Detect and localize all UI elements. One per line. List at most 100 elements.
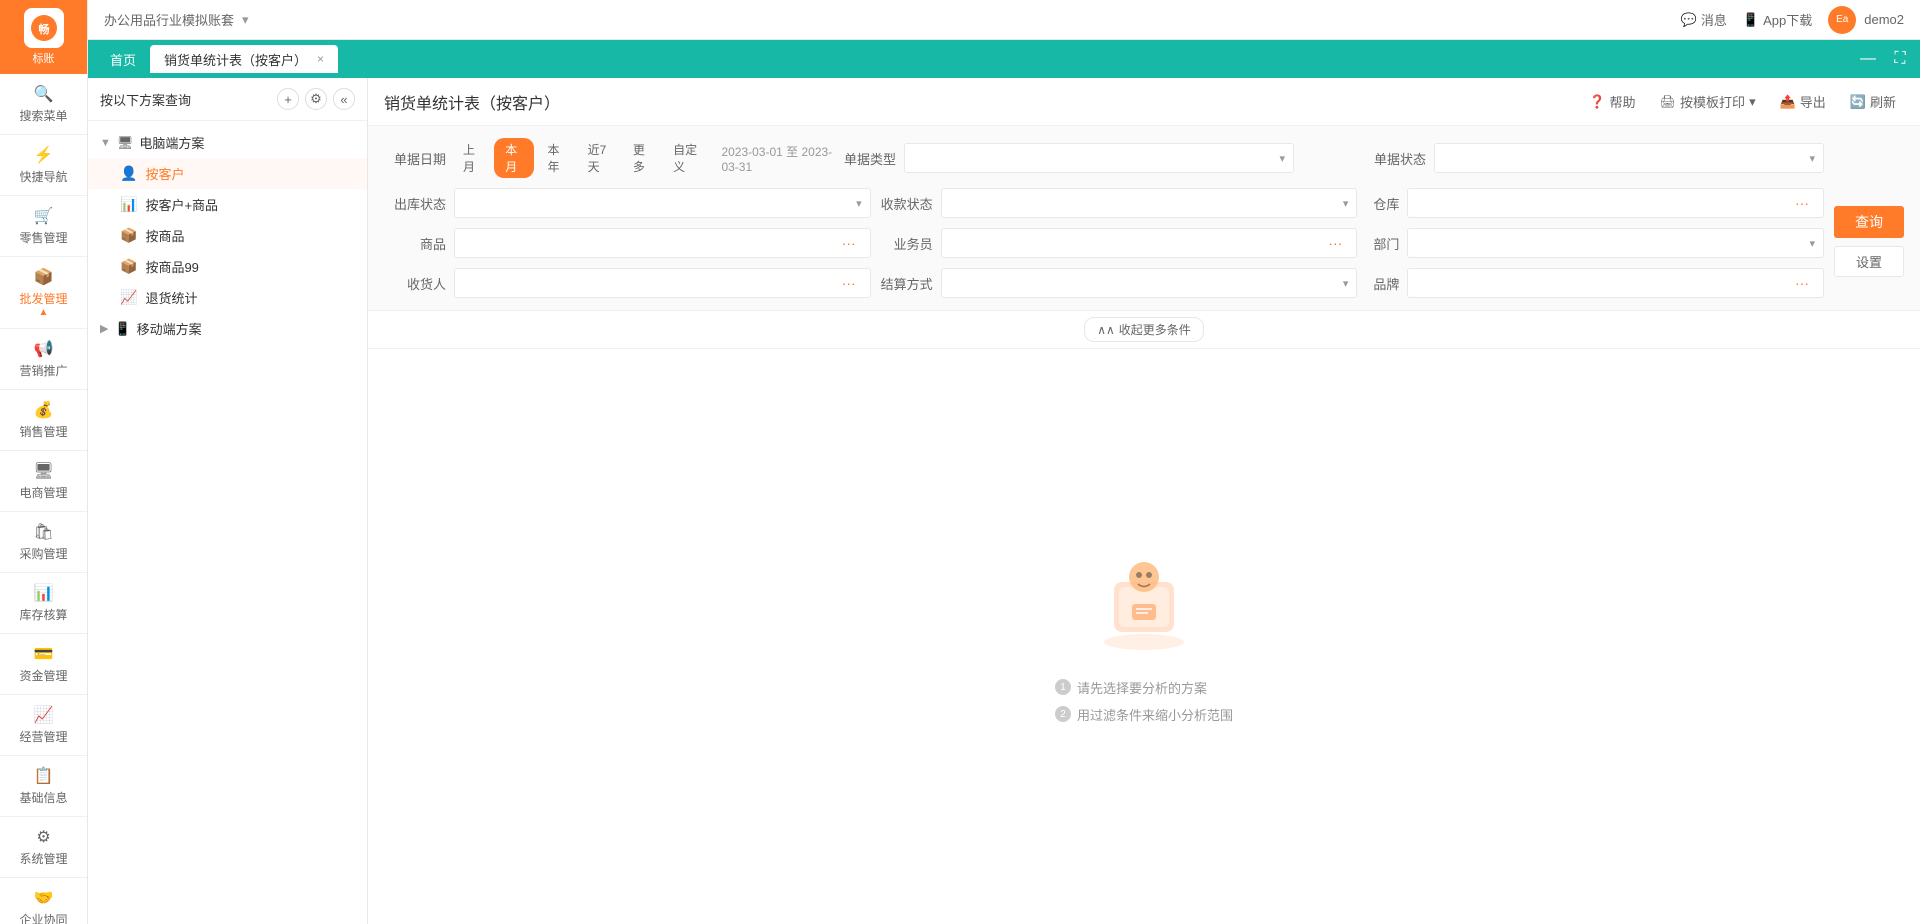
- message-btn[interactable]: 💬 消息: [1681, 10, 1727, 29]
- mobile-group-label: 移动端方案: [137, 319, 202, 338]
- print-btn[interactable]: 🖨 按模板打印 ▾: [1652, 88, 1764, 115]
- out-status-select[interactable]: ▾: [454, 188, 871, 218]
- recipient-dots[interactable]: ···: [836, 275, 862, 291]
- order-status-select[interactable]: ▾: [1434, 143, 1824, 173]
- tab-maximize-btn[interactable]: ⛶: [1888, 47, 1912, 71]
- app-download-btn[interactable]: 📱 App下载: [1743, 10, 1812, 29]
- recipient-select[interactable]: ···: [454, 268, 871, 298]
- sidebar-item-basic[interactable]: 📋 基础信息: [0, 756, 87, 817]
- edit-scheme-btn[interactable]: ⚙: [305, 88, 327, 110]
- export-btn[interactable]: 📤 导出: [1772, 88, 1834, 115]
- topbar-right: 💬 消息 📱 App下载 Ea demo2: [1681, 6, 1904, 34]
- scheme-group-mobile-header[interactable]: ▶ 📱 移动端方案: [88, 313, 367, 344]
- receipt-status-select[interactable]: ▾: [941, 188, 1358, 218]
- avatar: Ea: [1828, 6, 1856, 34]
- sidebar-item-system[interactable]: ⚙ 系统管理: [0, 817, 87, 878]
- warehouse-dots[interactable]: ···: [1789, 195, 1815, 211]
- collapse-panel-btn[interactable]: «: [333, 88, 355, 110]
- scheme-group-desktop: ▼ 🖥 电脑端方案 👤 按客户 📊 按客户+商品 📦 按商品: [88, 127, 367, 313]
- sidebar-item-marketing[interactable]: 📢 营销推广: [0, 329, 87, 390]
- sidebar-item-search[interactable]: 🔍 搜索菜单: [0, 74, 87, 135]
- brand-label: 品牌: [1367, 274, 1407, 293]
- add-scheme-btn[interactable]: +: [277, 88, 299, 110]
- print-icon: 🖨: [1660, 94, 1677, 110]
- settings-btn[interactable]: 设置: [1834, 246, 1904, 277]
- tab-sales-stats[interactable]: 销货单统计表（按客户） ×: [150, 45, 338, 73]
- logo[interactable]: 畅 标账: [0, 0, 87, 74]
- logo-icon: 畅: [24, 8, 64, 48]
- marketing-icon: 📢: [34, 339, 54, 359]
- recipient-control: ···: [454, 268, 871, 298]
- folder-icon: 🖥: [117, 135, 134, 151]
- tab-home[interactable]: 首页: [96, 45, 150, 73]
- salesperson-dots[interactable]: ···: [1322, 235, 1348, 251]
- main-area: 办公用品行业模拟账套 ▾ 💬 消息 📱 App下载 Ea demo2 首页: [88, 0, 1920, 924]
- product-select[interactable]: ···: [454, 228, 871, 258]
- brand-select[interactable]: ···: [1407, 268, 1824, 298]
- collapse-conditions-btn[interactable]: ∧∧ 收起更多条件: [1084, 317, 1204, 342]
- refresh-btn[interactable]: 🔄 刷新: [1842, 88, 1904, 115]
- scheme-item-return-stats[interactable]: 📈 退货统计: [88, 282, 367, 313]
- sidebar-item-wholesale-label: 批发管理: [19, 290, 67, 307]
- date-tab-this-year[interactable]: 本年: [538, 138, 574, 178]
- scheme-item-by-product[interactable]: 📦 按商品: [88, 220, 367, 251]
- sidebar-item-quick-nav-label: 快捷导航: [19, 168, 67, 185]
- finance-icon: 💳: [34, 644, 54, 664]
- query-btn[interactable]: 查询: [1834, 206, 1904, 238]
- system-icon: ⚙: [36, 827, 50, 847]
- warehouse-select[interactable]: ···: [1407, 188, 1824, 218]
- user-area[interactable]: Ea demo2: [1828, 6, 1904, 34]
- date-tab-more[interactable]: 更多: [624, 138, 660, 178]
- tab-close-btn[interactable]: ×: [317, 52, 324, 66]
- scheme-item-by-product-99[interactable]: 📦 按商品99: [88, 251, 367, 282]
- department-label: 部门: [1367, 234, 1407, 253]
- tab-minimize-btn[interactable]: —: [1856, 47, 1880, 71]
- salesperson-select[interactable]: ···: [941, 228, 1358, 258]
- group-expand-icon: ▼: [100, 137, 111, 149]
- topbar-dropdown-icon[interactable]: ▾: [242, 12, 249, 28]
- out-status-arrow: ▾: [856, 197, 862, 210]
- department-select[interactable]: ▾: [1407, 228, 1824, 258]
- order-type-select[interactable]: ▾: [904, 143, 1294, 173]
- filter-row-2: 出库状态 ▾ 收款状态 ▾ 仓库: [384, 188, 1904, 218]
- scheme-group-desktop-header[interactable]: ▼ 🖥 电脑端方案: [88, 127, 367, 158]
- refresh-icon: 🔄: [1850, 94, 1866, 110]
- date-tab-this-month[interactable]: 本月: [494, 138, 534, 178]
- date-tab-last-7[interactable]: 近7天: [579, 138, 620, 178]
- sidebar-item-quick-nav[interactable]: ⚡ 快捷导航: [0, 135, 87, 196]
- scheme-item-by-customer[interactable]: 👤 按客户: [88, 158, 367, 189]
- date-label: 单据日期: [384, 149, 454, 168]
- print-dropdown-icon: ▾: [1749, 94, 1756, 110]
- product99-scheme-icon: 📦: [120, 258, 137, 275]
- sidebar-item-enterprise[interactable]: 🤝 企业协同: [0, 878, 87, 924]
- sidebar-item-inventory[interactable]: 📊 库存核算: [0, 573, 87, 634]
- date-tab-custom[interactable]: 自定义: [664, 138, 709, 178]
- download-icon: 📱: [1743, 12, 1759, 28]
- sidebar-item-wholesale[interactable]: 📦 批发管理 ▲: [0, 257, 87, 329]
- sidebar-item-operation[interactable]: 📈 经营管理: [0, 695, 87, 756]
- sidebar-item-finance-label: 资金管理: [19, 667, 67, 684]
- sidebar-item-purchase[interactable]: 🛍 采购管理: [0, 512, 87, 573]
- product-dots[interactable]: ···: [836, 235, 862, 251]
- date-range: 2023-03-01 至 2023-03-31: [721, 143, 844, 174]
- sidebar: 畅 标账 🔍 搜索菜单 ⚡ 快捷导航 🛒 零售管理 📦 批发管理 ▲ 📢 营销推…: [0, 0, 88, 924]
- sidebar-item-sales[interactable]: 💰 销售管理: [0, 390, 87, 451]
- scheme-item-by-product-label: 按商品: [145, 226, 184, 245]
- date-tab-last-month[interactable]: 上月: [454, 138, 490, 178]
- help-btn[interactable]: ❓ 帮助: [1581, 88, 1643, 115]
- sidebar-item-retail[interactable]: 🛒 零售管理: [0, 196, 87, 257]
- scheme-item-by-customer-product[interactable]: 📊 按客户+商品: [88, 189, 367, 220]
- edit-icon: ⚙: [310, 91, 322, 107]
- tab-home-label: 首页: [110, 50, 136, 69]
- customer-scheme-icon: 👤: [120, 165, 137, 182]
- settlement-select[interactable]: ▾: [941, 268, 1358, 298]
- sidebar-item-ecommerce[interactable]: 🖥 电商管理: [0, 451, 87, 512]
- quick-nav-icon: ⚡: [34, 145, 54, 165]
- left-panel-actions: + ⚙ «: [277, 88, 355, 110]
- sidebar-item-retail-label: 零售管理: [19, 229, 67, 246]
- product-label: 商品: [384, 234, 454, 253]
- sidebar-item-ecommerce-label: 电商管理: [19, 484, 67, 501]
- app-download-label: App下载: [1763, 10, 1812, 29]
- brand-dots[interactable]: ···: [1789, 275, 1815, 291]
- sidebar-item-finance[interactable]: 💳 资金管理: [0, 634, 87, 695]
